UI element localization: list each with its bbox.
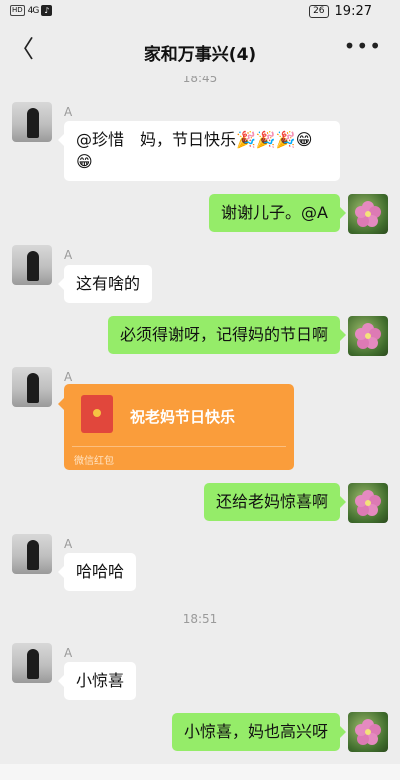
- sender-name: A: [64, 248, 73, 262]
- avatar-sender-a[interactable]: [12, 534, 52, 574]
- red-packet-title: 祝老妈节日快乐: [130, 408, 236, 426]
- tiktok-icon: ♪: [41, 5, 53, 16]
- battery-icon: 26: [309, 5, 329, 18]
- signal-icon: 4G: [27, 5, 40, 16]
- avatar-sender-a[interactable]: [12, 102, 52, 142]
- envelope-seal: [93, 409, 101, 417]
- pink-flower-icon: [355, 719, 381, 745]
- timestamp: 18:51: [182, 612, 218, 626]
- message-bubble-outgoing[interactable]: 谢谢儿子。@A: [209, 194, 346, 232]
- message-bubble-outgoing[interactable]: 小惊喜，妈也高兴呀: [171, 713, 347, 751]
- red-packet-divider: [72, 446, 286, 447]
- message-bubble-incoming[interactable]: @珍惜 妈，节日快乐🎉🎉🎉😁😁: [58, 121, 340, 181]
- timestamp: 18:45: [182, 76, 218, 85]
- message-list[interactable]: 18:45 A @珍惜 妈，节日快乐🎉🎉🎉😁😁 谢谢儿子。@A A 这有啥的 必…: [0, 76, 400, 780]
- input-bar-edge: [0, 764, 400, 780]
- avatar-self[interactable]: [348, 316, 388, 356]
- avatar-self[interactable]: [348, 194, 388, 234]
- person-silhouette-icon: [27, 540, 39, 570]
- person-silhouette-icon: [27, 108, 39, 138]
- chat-header: 〈 家和万事兴(4) •••: [0, 26, 400, 76]
- message-bubble-outgoing[interactable]: 必须得谢呀，记得妈的节日啊: [107, 316, 347, 354]
- sender-name: A: [64, 537, 73, 551]
- sender-name: A: [64, 105, 73, 119]
- avatar-self[interactable]: [348, 712, 388, 752]
- avatar-self[interactable]: [348, 483, 388, 523]
- pink-flower-icon: [355, 201, 381, 227]
- person-silhouette-icon: [27, 373, 39, 403]
- message-bubble-incoming[interactable]: 小惊喜: [57, 662, 137, 700]
- red-packet-message[interactable]: 祝老妈节日快乐 微信红包: [58, 384, 294, 470]
- pink-flower-icon: [355, 490, 381, 516]
- pink-flower-icon: [355, 323, 381, 349]
- hd-badge: HD: [10, 5, 25, 16]
- chat-title: 家和万事兴(4): [143, 45, 257, 65]
- message-bubble-incoming[interactable]: 这有啥的: [57, 265, 153, 303]
- person-silhouette-icon: [27, 251, 39, 281]
- red-packet-label: 微信红包: [74, 456, 114, 467]
- sender-name: A: [64, 370, 73, 384]
- message-bubble-incoming[interactable]: 哈哈哈: [57, 553, 137, 591]
- more-dots-icon[interactable]: •••: [344, 34, 382, 58]
- status-time: 19:27: [334, 4, 372, 19]
- red-envelope-icon: [81, 395, 113, 433]
- status-bar: HD 4G ♪ 26 19:27: [0, 0, 400, 26]
- sender-name: A: [64, 646, 73, 660]
- avatar-sender-a[interactable]: [12, 367, 52, 407]
- person-silhouette-icon: [27, 649, 39, 679]
- avatar-sender-a[interactable]: [12, 245, 52, 285]
- avatar-sender-a[interactable]: [12, 643, 52, 683]
- status-left: HD 4G ♪: [10, 5, 53, 16]
- message-bubble-outgoing[interactable]: 还给老妈惊喜啊: [203, 483, 347, 521]
- status-right: 26 19:27: [309, 4, 372, 19]
